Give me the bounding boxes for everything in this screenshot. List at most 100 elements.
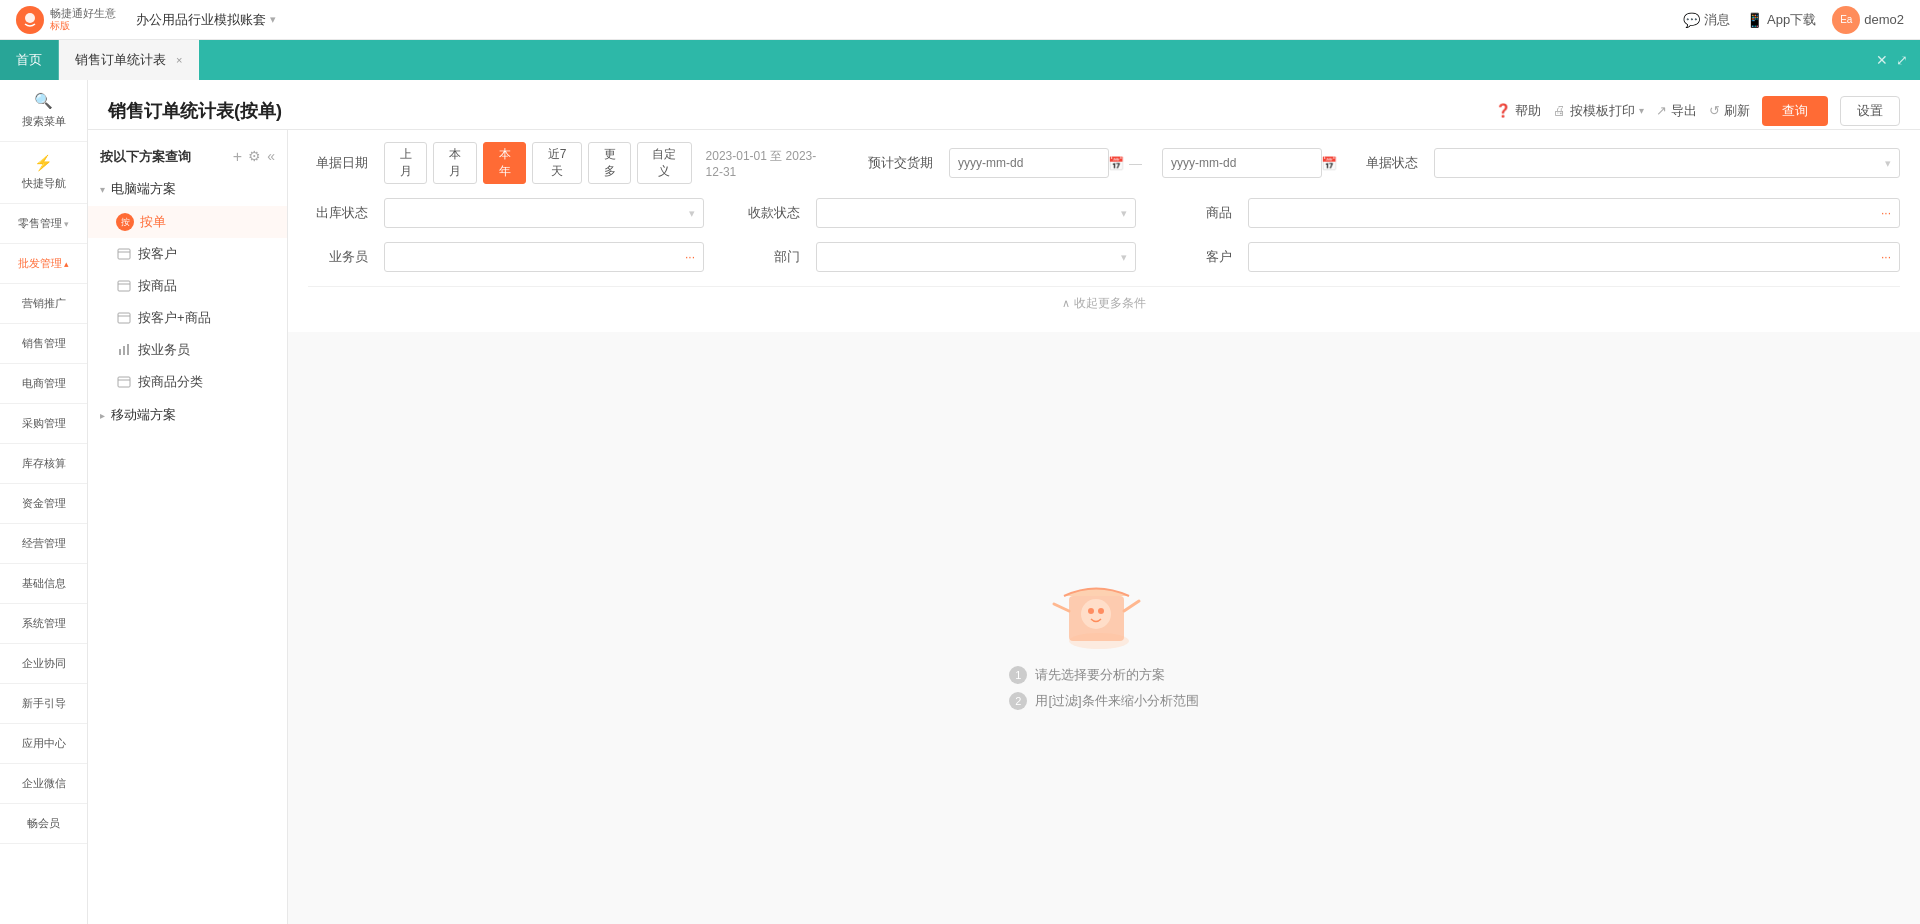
tip-num-2: 2 [1009,692,1027,710]
empty-tip-1: 1 请先选择要分析的方案 [1009,666,1198,684]
empty-tip-2: 2 用[过滤]条件来缩小分析范围 [1009,692,1198,710]
sidebar-item-enterprise-coop[interactable]: 企业协同 [0,644,87,684]
customer-select[interactable]: ··· [1248,242,1900,272]
mobile-section-header[interactable]: ▸ 移动端方案 [88,398,287,432]
plan-item-by-customer[interactable]: 按客户 [88,238,287,270]
plan-item-by-salesperson[interactable]: 按业务员 [88,334,287,366]
sidebar-item-sales-mgmt[interactable]: 销售管理 [0,324,87,364]
user-profile[interactable]: Ea demo2 [1832,6,1904,34]
svg-rect-8 [123,346,125,355]
expected-date-label: 预计交货期 [868,154,933,172]
pc-section-header[interactable]: ▾ 电脑端方案 [88,172,287,206]
empty-state-illustration [1044,546,1164,666]
svg-point-16 [1098,608,1104,614]
chevron-up-icon: ▴ [64,259,69,269]
expected-date-start-input[interactable]: 📅 [949,148,1109,178]
tab-close-icon[interactable]: × [176,54,182,66]
refresh-button[interactable]: ↺ 刷新 [1709,102,1750,120]
print-button[interactable]: 🖨 按模板打印 ▾ [1553,102,1644,120]
right-content: 单据日期 上月 本月 本年 近7天 更多 自定义 2023-01-01 至 20… [288,130,1920,924]
salesperson-select[interactable]: ··· [384,242,704,272]
date-btn-this-month[interactable]: 本月 [433,142,476,184]
window-close-icon[interactable]: ✕ [1876,52,1888,68]
tab-sales-order-stats[interactable]: 销售订单统计表 × [59,40,199,80]
breadcrumb[interactable]: 办公用品行业模拟账套 ▾ [136,11,276,29]
message-icon: 💬 [1683,12,1700,28]
export-button[interactable]: ↗ 导出 [1656,102,1697,120]
logo-area[interactable]: 畅捷通好生意 标版 [16,6,116,34]
sidebar-item-wholesale-mgmt[interactable]: 批发管理 ▴ [0,244,87,284]
expected-date-end-input[interactable]: 📅 [1162,148,1322,178]
settings-plan-icon[interactable]: ⚙ [248,148,261,166]
sidebar-item-app-center[interactable]: 应用中心 [0,724,87,764]
date-btn-custom[interactable]: 自定义 [637,142,691,184]
sidebar-item-new-guide[interactable]: 新手引导 [0,684,87,724]
plan-item-by-product-category[interactable]: 按商品分类 [88,366,287,398]
ship-select-chevron-icon: ▾ [689,207,695,220]
query-button[interactable]: 查询 [1762,96,1828,126]
app-download-button[interactable]: 📱 App下载 [1746,11,1816,29]
payment-status-select[interactable]: ▾ [816,198,1136,228]
svg-rect-1 [118,249,130,259]
svg-point-0 [25,13,35,23]
sidebar-item-finance-mgmt[interactable]: 资金管理 [0,484,87,524]
chevron-down-icon: ▾ [64,219,69,229]
sidebar-item-operation-mgmt[interactable]: 经营管理 [0,524,87,564]
svg-line-17 [1054,604,1069,611]
sidebar-item-inventory[interactable]: 库存核算 [0,444,87,484]
plan-active-icon: 按 [116,213,134,231]
filter-row-3: 业务员 ··· 部门 ▾ 客户 ··· [308,242,1900,272]
sidebar-item-quick-nav[interactable]: ⚡ 快捷导航 [0,142,87,204]
date-btn-last7days[interactable]: 近7天 [532,142,581,184]
collapse-bar[interactable]: ∧ 收起更多条件 [308,286,1900,320]
refresh-icon: ↺ [1709,103,1720,118]
date-btn-this-year[interactable]: 本年 [483,142,526,184]
top-bar-right: 💬 消息 📱 App下载 Ea demo2 [1683,6,1904,34]
sidebar-item-ecommerce-mgmt[interactable]: 电商管理 [0,364,87,404]
collapse-chevron-icon: ∧ [1062,297,1070,310]
plan-item-by-customer-product[interactable]: 按客户+商品 [88,302,287,334]
avatar: Ea [1832,6,1860,34]
svg-rect-7 [119,349,121,355]
customer-label: 客户 [1172,248,1232,266]
svg-rect-10 [118,377,130,387]
sidebar-item-marketing[interactable]: 营销推广 [0,284,87,324]
payment-select-chevron-icon: ▾ [1121,207,1127,220]
date-range-text: 2023-01-01 至 2023-12-31 [706,148,833,179]
sidebar-item-basic-info[interactable]: 基础信息 [0,564,87,604]
phone-icon: 📱 [1746,12,1763,28]
message-button[interactable]: 💬 消息 [1683,11,1730,29]
left-panel-icons: + ⚙ « [233,148,275,166]
product-label: 商品 [1172,204,1232,222]
ship-status-select[interactable]: ▾ [384,198,704,228]
department-select[interactable]: ▾ [816,242,1136,272]
sidebar-item-search-menu[interactable]: 🔍 搜索菜单 [0,80,87,142]
sidebar-item-retail-mgmt[interactable]: 零售管理 ▾ [0,204,87,244]
svg-rect-9 [127,344,129,355]
customer-more-icon[interactable]: ··· [1881,250,1891,264]
date-btn-last-month[interactable]: 上月 [384,142,427,184]
product-more-icon[interactable]: ··· [1881,206,1891,220]
search-icon: 🔍 [34,92,53,110]
tab-home[interactable]: 首页 [0,40,59,80]
status-select[interactable]: ▾ [1434,148,1900,178]
date-btn-more[interactable]: 更多 [588,142,631,184]
expected-date-end-field[interactable] [1171,156,1321,170]
payment-status-label: 收款状态 [740,204,800,222]
window-expand-icon[interactable]: ⤢ [1896,52,1908,68]
department-select-chevron-icon: ▾ [1121,251,1127,264]
product-select[interactable]: ··· [1248,198,1900,228]
sidebar-item-system-mgmt[interactable]: 系统管理 [0,604,87,644]
settings-button[interactable]: 设置 [1840,96,1900,126]
sidebar-item-member[interactable]: 畅会员 [0,804,87,844]
add-plan-icon[interactable]: + [233,148,242,166]
sidebar-item-purchase-mgmt[interactable]: 采购管理 [0,404,87,444]
collapse-panel-icon[interactable]: « [267,148,275,166]
expected-date-start-field[interactable] [958,156,1108,170]
plan-item-by-product[interactable]: 按商品 [88,270,287,302]
sidebar-item-enterprise-wechat[interactable]: 企业微信 [0,764,87,804]
plan-item-by-order[interactable]: 按 按单 [88,206,287,238]
salesperson-more-icon[interactable]: ··· [685,250,695,264]
print-chevron-icon: ▾ [1639,105,1644,116]
help-button[interactable]: ❓ 帮助 [1495,102,1541,120]
